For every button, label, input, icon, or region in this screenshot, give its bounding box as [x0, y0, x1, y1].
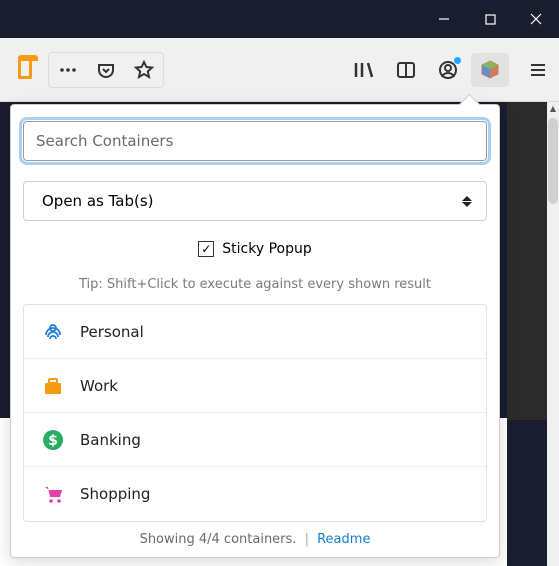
notification-dot [454, 57, 461, 64]
scrollbar-track[interactable]: ▲ [547, 102, 559, 566]
separator: | [305, 532, 309, 547]
container-label: Shopping [80, 485, 150, 503]
containers-popup: Open as Tab(s) ✓ Sticky Popup Tip: Shift… [10, 104, 500, 558]
browser-toolbar [0, 38, 559, 102]
container-label: Banking [80, 431, 141, 449]
briefcase-icon [42, 375, 64, 397]
minimize-button[interactable] [421, 0, 467, 38]
container-label: Personal [80, 323, 144, 341]
scroll-up-icon[interactable]: ▲ [547, 102, 559, 114]
search-input[interactable] [23, 121, 487, 161]
chevron-updown-icon [462, 196, 472, 207]
pocket-icon[interactable] [87, 53, 125, 87]
container-row-personal[interactable]: Personal [24, 305, 486, 359]
window-titlebar [0, 0, 559, 38]
dollar-icon: $ [42, 429, 64, 451]
sticky-popup-checkbox[interactable]: ✓ [198, 241, 214, 257]
container-label: Work [80, 377, 118, 395]
hamburger-icon[interactable] [523, 55, 553, 85]
maximize-button[interactable] [467, 0, 513, 38]
container-row-banking[interactable]: $ Banking [24, 413, 486, 467]
container-row-work[interactable]: Work [24, 359, 486, 413]
tip-text: Tip: Shift+Click to execute against ever… [23, 277, 487, 292]
containers-list: Personal Work $ Banking Shopping [23, 304, 487, 522]
container-icon [18, 61, 32, 79]
svg-text:$: $ [48, 433, 58, 449]
close-button[interactable] [513, 0, 559, 38]
fingerprint-icon [42, 321, 64, 343]
readme-link[interactable]: Readme [317, 532, 370, 547]
overflow-menu-icon[interactable] [49, 53, 87, 87]
containers-extension-button[interactable] [471, 53, 509, 87]
page-content: ▲ Open as Tab(s) ✓ Sticky Popup Tip: Shi… [0, 102, 559, 566]
background-dark-strip [507, 102, 547, 420]
sticky-popup-row: ✓ Sticky Popup [23, 241, 487, 257]
select-label: Open as Tab(s) [42, 192, 154, 210]
cart-icon [42, 483, 64, 505]
popup-footer: Showing 4/4 containers. | Readme [23, 532, 487, 547]
account-icon[interactable] [429, 53, 467, 87]
reader-view-icon[interactable] [387, 53, 425, 87]
open-mode-select[interactable]: Open as Tab(s) [23, 181, 487, 221]
toolbar-group [48, 52, 164, 88]
footer-status: Showing 4/4 containers. [140, 532, 297, 547]
sticky-popup-label: Sticky Popup [222, 241, 311, 257]
scrollbar-thumb[interactable] [548, 118, 558, 204]
star-icon[interactable] [125, 53, 163, 87]
library-icon[interactable] [345, 53, 383, 87]
container-indicator[interactable] [6, 53, 44, 87]
container-row-shopping[interactable]: Shopping [24, 467, 486, 521]
